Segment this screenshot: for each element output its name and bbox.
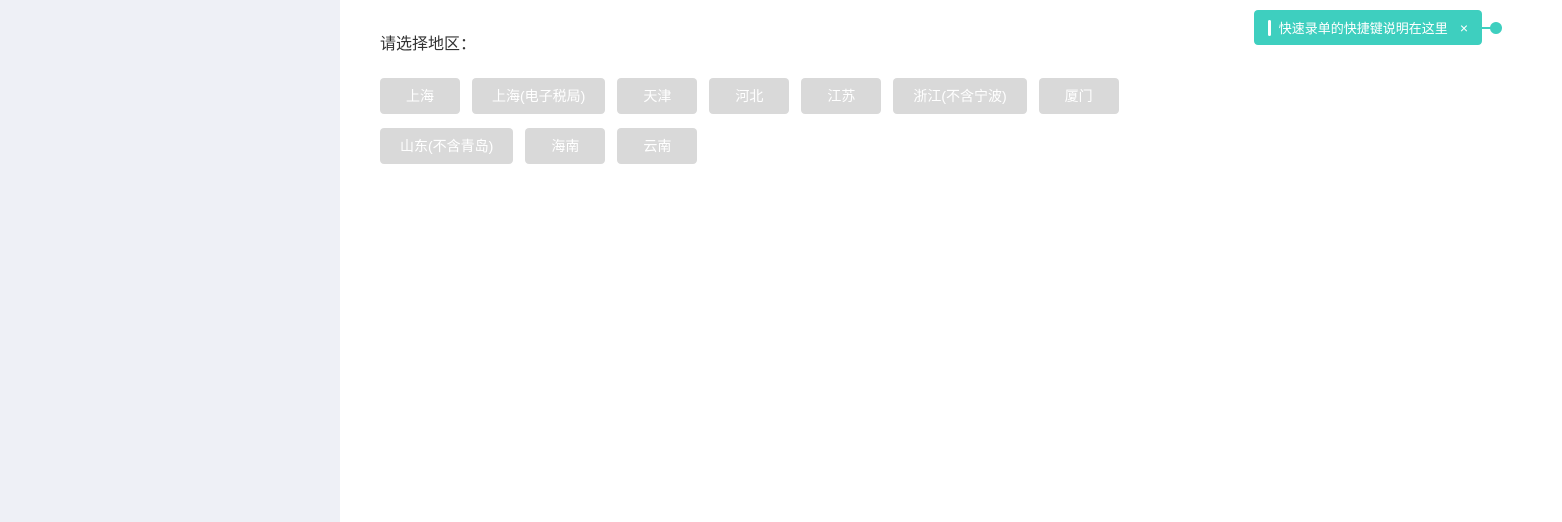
region-btn-yunnan[interactable]: 云南 bbox=[617, 128, 697, 164]
region-btn-tianjin[interactable]: 天津 bbox=[617, 78, 697, 114]
region-btn-shanghai[interactable]: 上海 bbox=[380, 78, 460, 114]
tooltip-close-button[interactable]: × bbox=[1460, 20, 1468, 36]
tooltip-banner: 快速录单的快捷键说明在这里 × bbox=[1254, 10, 1482, 45]
tooltip-dot bbox=[1490, 22, 1502, 34]
region-btn-zhejiang[interactable]: 浙江(不含宁波) bbox=[893, 78, 1026, 114]
region-row-2: 山东(不含青岛) 海南云南 bbox=[380, 128, 1522, 164]
left-sidebar bbox=[0, 0, 340, 522]
region-btn-xiamen[interactable]: 厦门 bbox=[1039, 78, 1119, 114]
region-btn-shanghai-e-tax[interactable]: 上海(电子税局) bbox=[472, 78, 605, 114]
region-btn-hebei[interactable]: 河北 bbox=[709, 78, 789, 114]
tooltip-text: 快速录单的快捷键说明在这里 bbox=[1279, 18, 1448, 37]
region-btn-shandong[interactable]: 山东(不含青岛) bbox=[380, 128, 513, 164]
main-content: 请选择地区： 上海上海(电子税局)天津河北江苏浙江(不含宁波)厦门 山东(不含青… bbox=[340, 0, 1562, 522]
tooltip-bar bbox=[1268, 20, 1271, 36]
region-btn-jiangsu[interactable]: 江苏 bbox=[801, 78, 881, 114]
region-btn-hainan[interactable]: 海南 bbox=[525, 128, 605, 164]
region-row-1: 上海上海(电子税局) 天津河北江苏浙江(不含宁波) 厦门 bbox=[380, 78, 1522, 114]
